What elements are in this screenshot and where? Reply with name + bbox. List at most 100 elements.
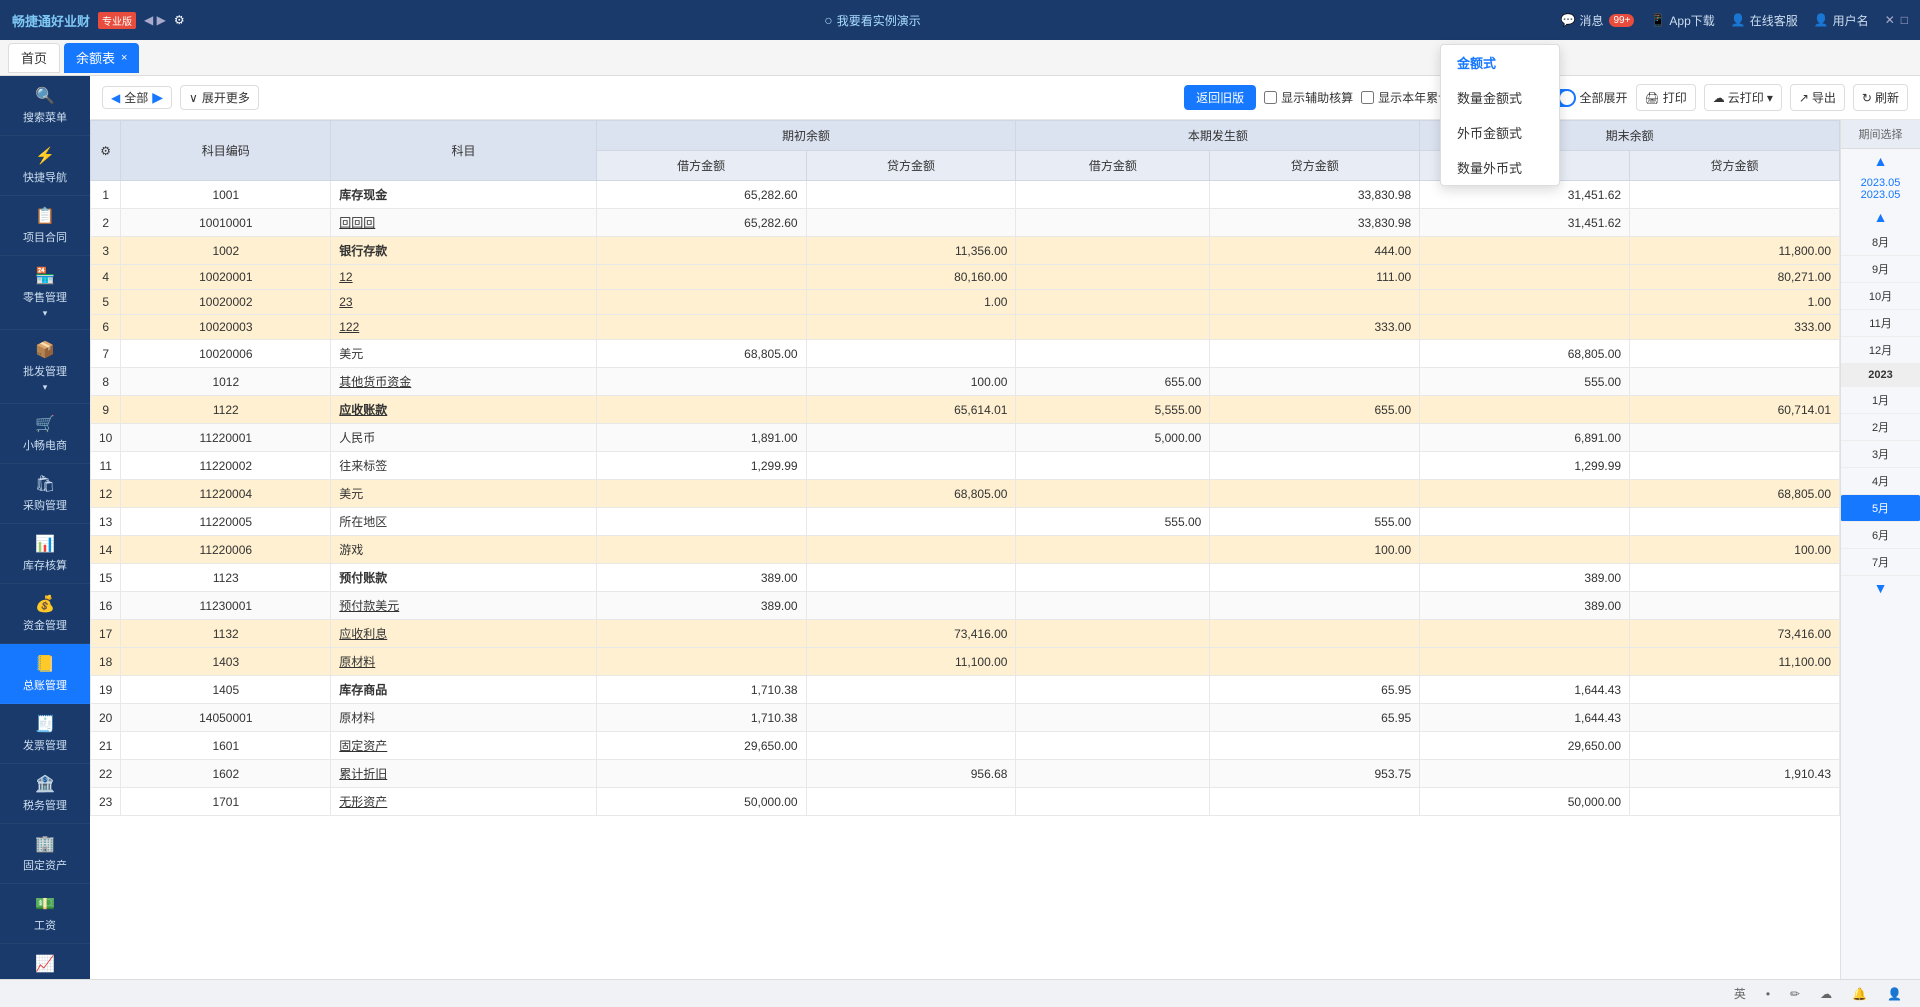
month-12[interactable]: 12月 [1841, 337, 1920, 364]
filter-label: 全部 [124, 89, 148, 106]
row-name[interactable]: 预付款美元 [331, 592, 596, 620]
row-name[interactable]: 原材料 [331, 648, 596, 676]
row-dr [1016, 676, 1210, 704]
sidebar-item-capital[interactable]: 💰 资金管理 [0, 584, 90, 644]
table-row: 231701无形资产50,000.0050,000.00 [91, 788, 1840, 816]
filter-tag[interactable]: ◀ 全部 ▶ [102, 86, 172, 109]
month-8[interactable]: 8月 [1841, 229, 1920, 256]
dropdown-item-qty-amount[interactable]: 数量金额式 [1441, 80, 1559, 115]
row-ob-cr: 956.68 [806, 760, 1016, 788]
row-no: 12 [91, 480, 121, 508]
sidebar-item-ledger[interactable]: 📒 总账管理 [0, 644, 90, 704]
row-name[interactable]: 其他货币资金 [331, 368, 596, 396]
sidebar-item-invoice[interactable]: 🧾 发票管理 [0, 704, 90, 764]
edit-icon[interactable]: ✏ [1784, 985, 1806, 1003]
row-no: 18 [91, 648, 121, 676]
period-nav-up[interactable]: ▲ [1841, 149, 1920, 173]
row-name[interactable]: 累计折旧 [331, 760, 596, 788]
row-name: 库存商品 [331, 676, 596, 704]
row-dr [1016, 209, 1210, 237]
row-name[interactable]: 固定资产 [331, 732, 596, 760]
filter-arrow-icon[interactable]: ▶ [152, 89, 163, 106]
ledger-icon: 📒 [35, 654, 55, 674]
message-btn[interactable]: 💬 消息 99+ [1561, 12, 1635, 29]
sidebar-item-search[interactable]: 🔍 搜索菜单 [0, 76, 90, 136]
auxiliary-checkbox[interactable]: 显示辅助核算 [1264, 89, 1353, 106]
ytd-check-input[interactable] [1361, 91, 1374, 104]
sidebar-item-purchase[interactable]: 🛍 采购管理 [0, 464, 90, 524]
service-btn[interactable]: 👤 在线客服 [1731, 12, 1798, 29]
row-name: 往来标签 [331, 452, 596, 480]
sidebar-item-retail[interactable]: 🏪 零售管理 ▾ [0, 256, 90, 330]
notification-icon[interactable]: 🔔 [1846, 985, 1873, 1003]
sidebar-item-wholesale[interactable]: 📦 批发管理 ▾ [0, 330, 90, 404]
close-icon[interactable]: ✕ [1885, 13, 1895, 27]
download-btn[interactable]: 📱 App下载 [1650, 12, 1714, 29]
month-3[interactable]: 3月 [1841, 441, 1920, 468]
cloud-print-btn[interactable]: ☁ 云打印 ▾ [1704, 84, 1782, 111]
sidebar-item-ecommerce[interactable]: 🛒 小畅电商 [0, 404, 90, 464]
demo-link[interactable]: ○ 我要看实例演示 [824, 12, 920, 29]
month-5[interactable]: 5月 [1841, 495, 1920, 522]
row-name[interactable]: 122 [331, 315, 596, 340]
row-name[interactable]: 应收利息 [331, 620, 596, 648]
export-icon: ↗ [1799, 91, 1809, 105]
period-nav-down[interactable]: ▼ [1841, 576, 1920, 600]
tab-home[interactable]: 首页 [8, 43, 60, 73]
right-panel: 期间选择 ▲ 2023.05 2023.05 ▲ 8月 9月 10月 11月 1… [1840, 120, 1920, 979]
row-name[interactable]: 12 [331, 265, 596, 290]
month-11[interactable]: 11月 [1841, 310, 1920, 337]
row-dr [1016, 592, 1210, 620]
row-cb-cr [1630, 564, 1840, 592]
expand-more-btn[interactable]: ∨ 展开更多 [180, 85, 259, 110]
export-btn[interactable]: ↗ 导出 [1790, 84, 1845, 111]
back-old-btn[interactable]: 返回旧版 [1184, 85, 1256, 110]
row-name[interactable]: 无形资产 [331, 788, 596, 816]
month-2[interactable]: 2月 [1841, 414, 1920, 441]
user-btn[interactable]: 👤 用户名 [1814, 12, 1869, 29]
sidebar-item-fixedasset[interactable]: 🏢 固定资产 [0, 824, 90, 884]
row-cr: 333.00 [1210, 315, 1420, 340]
sidebar-item-tax[interactable]: 🏦 税务管理 [0, 764, 90, 824]
month-7[interactable]: 7月 [1841, 549, 1920, 576]
dot-status: • [1760, 985, 1776, 1003]
maximize-icon[interactable]: □ [1901, 13, 1908, 27]
user-status-icon[interactable]: 👤 [1881, 985, 1908, 1003]
sidebar-item-quicknav[interactable]: ⚡ 快捷导航 [0, 136, 90, 196]
cloud-status-icon[interactable]: ☁ [1814, 985, 1838, 1003]
period-nav-up2[interactable]: ▲ [1841, 205, 1920, 229]
month-1[interactable]: 1月 [1841, 387, 1920, 414]
row-cb-cr [1630, 788, 1840, 816]
dropdown-item-qty-foreign[interactable]: 数量外币式 [1441, 150, 1559, 185]
header-center: ○ 我要看实例演示 [824, 12, 920, 29]
ytd-checkbox[interactable]: 显示本年累计 [1361, 89, 1450, 106]
month-10[interactable]: 10月 [1841, 283, 1920, 310]
row-cb-dr: 6,891.00 [1420, 424, 1630, 452]
tab-balance[interactable]: 余额表 × [64, 43, 139, 73]
month-6[interactable]: 6月 [1841, 522, 1920, 549]
sidebar-item-inventory[interactable]: 📊 库存核算 [0, 524, 90, 584]
settings-icon[interactable]: ⚙ [174, 13, 185, 27]
row-ob-cr: 68,805.00 [806, 480, 1016, 508]
refresh-btn[interactable]: ↻ 刷新 [1853, 84, 1908, 111]
tab-close-icon[interactable]: × [121, 52, 127, 64]
row-cb-dr [1420, 265, 1630, 290]
toggle-thumb [1560, 91, 1574, 105]
month-9[interactable]: 9月 [1841, 256, 1920, 283]
dropdown-item-foreign-amount[interactable]: 外币金额式 [1441, 115, 1559, 150]
row-cb-cr: 11,800.00 [1630, 237, 1840, 265]
row-no: 7 [91, 340, 121, 368]
row-name[interactable]: 应收账款 [331, 396, 596, 424]
sidebar-item-operations[interactable]: 📈 经营管理 [0, 944, 90, 979]
row-name[interactable]: 回回回 [331, 209, 596, 237]
row-cb-cr: 68,805.00 [1630, 480, 1840, 508]
row-dr: 655.00 [1016, 368, 1210, 396]
auxiliary-check-input[interactable] [1264, 91, 1277, 104]
lang-btn[interactable]: 英 [1728, 983, 1752, 1004]
row-ob-cr [806, 508, 1016, 536]
row-name[interactable]: 23 [331, 290, 596, 315]
month-4[interactable]: 4月 [1841, 468, 1920, 495]
sidebar-item-salary[interactable]: 💵 工资 [0, 884, 90, 944]
sidebar-item-project[interactable]: 📋 项目合同 [0, 196, 90, 256]
print-btn[interactable]: 🖨 打印 [1636, 84, 1696, 111]
